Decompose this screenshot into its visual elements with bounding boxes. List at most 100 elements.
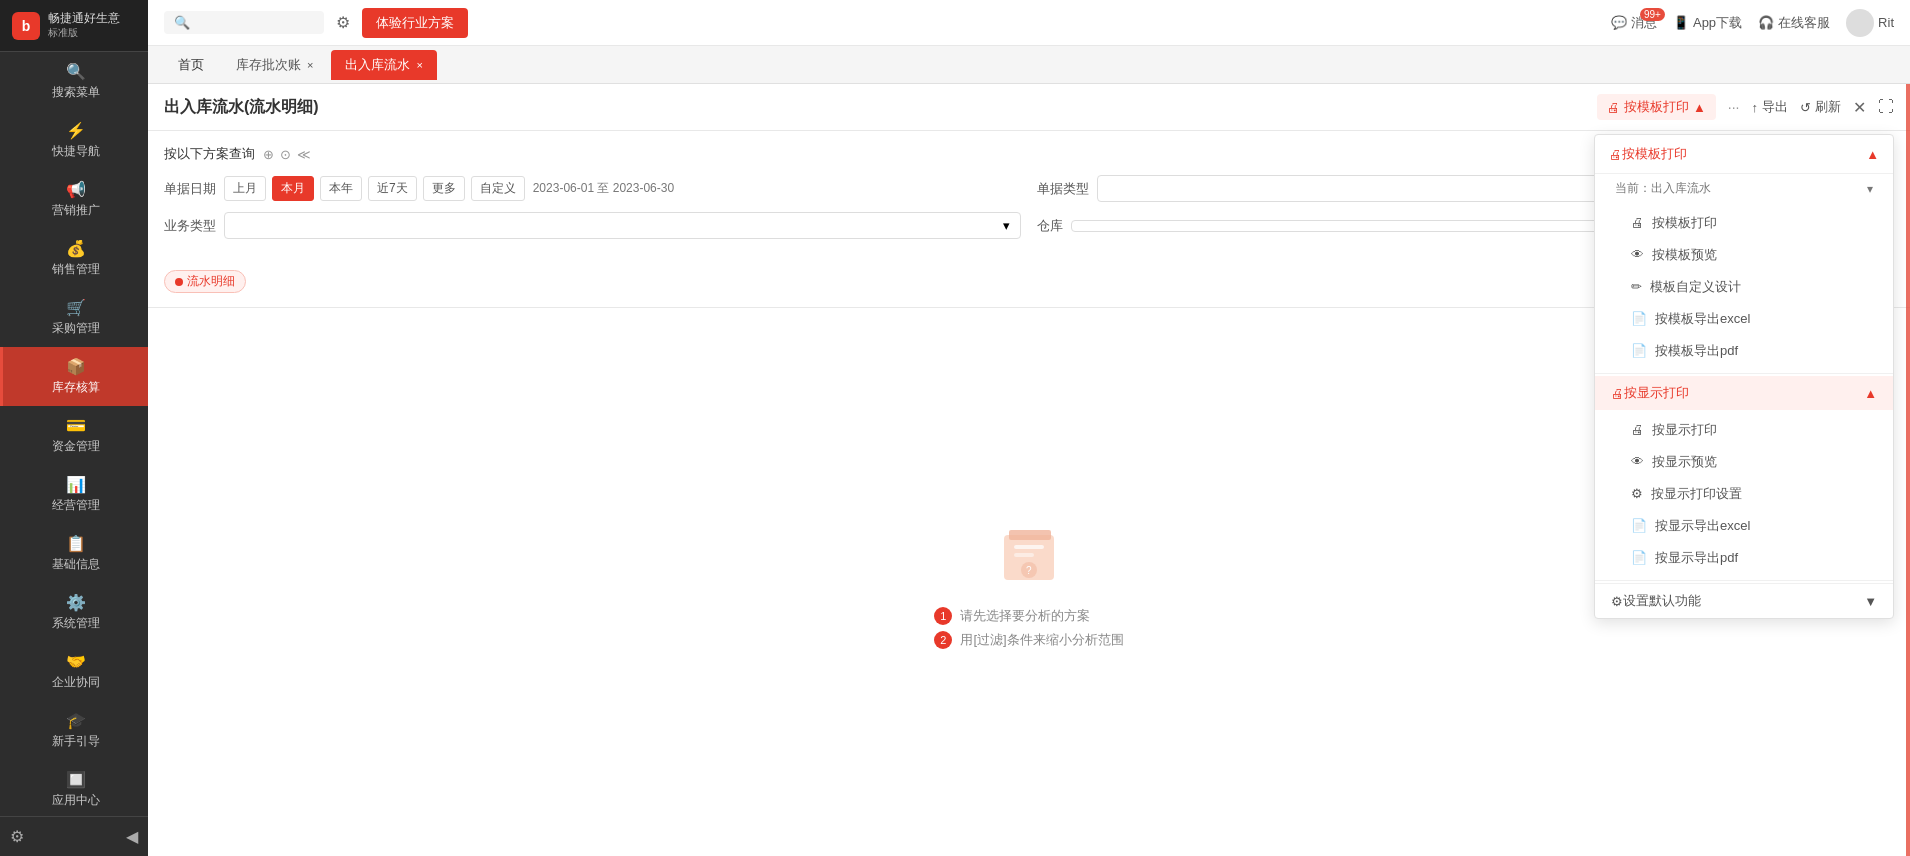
dropdown-item-template-export-pdf[interactable]: 📄按模板导出pdf — [1595, 335, 1893, 367]
dropdown-item-label-template-preview: 按模板预览 — [1652, 247, 1717, 262]
chevron-up-icon: ▲ — [1693, 100, 1706, 115]
add-condition-icon[interactable]: ⊕ — [263, 147, 274, 162]
sidebar-label-marketing: 营销推广 — [52, 202, 100, 219]
template-print-button[interactable]: 🖨 按模板打印 ▲ — [1597, 94, 1716, 120]
resize-handle[interactable] — [1906, 84, 1910, 856]
sidebar-icon-app-center: 🔲 — [66, 770, 86, 789]
dropdown-item-template-preview[interactable]: 👁按模板预览 — [1595, 239, 1893, 271]
search-header-icons: ⊕ ⊙ ≪ — [263, 147, 311, 162]
template-print-dropdown: 🖨 按模板打印 ▲ 当前：出入库流水 ▾ 🖨按模板打印👁按模板预览 ✏ 模板自定义设… — [1594, 134, 1894, 619]
dropdown-display-item-display-preview[interactable]: 👁按显示预览 — [1595, 446, 1893, 478]
dropdown-display-section-header[interactable]: 🖨 按显示打印 ▲ — [1595, 376, 1893, 410]
user-profile[interactable]: Rit — [1846, 9, 1894, 37]
dropdown-item-label-template-custom: 模板自定义设计 — [1650, 279, 1741, 294]
filter-tag[interactable]: 流水明细 — [164, 270, 246, 293]
date-btn-自定义[interactable]: 自定义 — [471, 176, 525, 201]
dropdown-display-item-display-export-pdf[interactable]: 📄按显示导出pdf — [1595, 542, 1893, 574]
dropdown-item-template-custom[interactable]: ✏ 模板自定义设计 — [1595, 271, 1893, 303]
refresh-button[interactable]: ↺ 刷新 — [1800, 98, 1841, 116]
dropdown-divider-2 — [1595, 580, 1893, 581]
maximize-window-button[interactable]: ⛶ — [1878, 98, 1894, 116]
date-btn-本月[interactable]: 本月 — [272, 176, 314, 201]
business-type-label: 业务类型 — [164, 217, 216, 235]
collapse-condition-icon[interactable]: ≪ — [297, 147, 311, 162]
business-type-select[interactable]: ▾ — [224, 212, 1021, 239]
tab-flow-detail[interactable]: 出入库流水× — [331, 50, 436, 80]
dropdown-item-template-print[interactable]: 🖨按模板打印 — [1595, 207, 1893, 239]
sidebar-item-guide[interactable]: 🎓新手引导 — [0, 701, 148, 760]
sidebar-item-inventory[interactable]: 📦库存核算 — [0, 347, 148, 406]
display-item-label-display-print-settings: 按显示打印设置 — [1651, 486, 1742, 501]
dropdown-display-item-display-print[interactable]: 🖨按显示打印 — [1595, 414, 1893, 446]
app-edition: 标准版 — [48, 26, 120, 40]
footer-arrow: ▼ — [1864, 594, 1877, 609]
header-search-input[interactable] — [190, 16, 310, 30]
header-settings-icon[interactable]: ⚙ — [336, 13, 350, 32]
sidebar-item-purchase[interactable]: 🛒采购管理 — [0, 288, 148, 347]
display-section-icon: 🖨 — [1611, 386, 1624, 401]
app-name: 畅捷通好生意 — [48, 11, 120, 27]
close-window-button[interactable]: ✕ — [1853, 98, 1866, 117]
tag-dot — [175, 278, 183, 286]
collapse-sidebar-icon[interactable]: ◀ — [126, 827, 138, 846]
sidebar-item-operations[interactable]: 📊经营管理 — [0, 465, 148, 524]
warehouse-label: 仓库 — [1037, 217, 1063, 235]
sidebar-item-sales[interactable]: 💰销售管理 — [0, 229, 148, 288]
app-download-button[interactable]: 📱 App下载 — [1673, 14, 1742, 32]
display-section-arrow: ▲ — [1864, 386, 1877, 401]
date-btn-本年[interactable]: 本年 — [320, 176, 362, 201]
date-btn-更多[interactable]: 更多 — [423, 176, 465, 201]
phone-icon: 📱 — [1673, 15, 1689, 30]
sidebar-icon-marketing: 📢 — [66, 180, 86, 199]
sidebar-item-marketing[interactable]: 📢 营销推广 — [0, 170, 148, 229]
dropdown-template-section: 🖨按模板打印👁按模板预览 ✏ 模板自定义设计 📄按模板导出excel📄按模板导出pdf — [1595, 203, 1893, 371]
industry-solution-button[interactable]: 体验行业方案 — [362, 8, 468, 38]
date-btn-上月[interactable]: 上月 — [224, 176, 266, 201]
date-range-text: 2023-06-01 至 2023-06-30 — [533, 180, 674, 197]
svg-rect-3 — [1014, 553, 1034, 557]
dropdown-item-template-export-excel[interactable]: 📄按模板导出excel — [1595, 303, 1893, 335]
empty-step-1: 1 请先选择要分析的方案 — [934, 607, 1123, 625]
sidebar-icon-operations: 📊 — [66, 475, 86, 494]
settings-condition-icon[interactable]: ⊙ — [280, 147, 291, 162]
message-button[interactable]: 💬 消息 99+ — [1611, 14, 1657, 32]
customer-service-button[interactable]: 🎧 在线客服 — [1758, 14, 1830, 32]
dropdown-arrow-up[interactable]: ▲ — [1866, 147, 1879, 162]
dropdown-item-label-template-print: 按模板打印 — [1652, 215, 1717, 230]
more-options-icon[interactable]: ··· — [1728, 99, 1740, 115]
sidebar-label-guide: 新手引导 — [52, 733, 100, 750]
sidebar-item-system[interactable]: ⚙️系统管理 — [0, 583, 148, 642]
tab-close-batch-account[interactable]: × — [307, 59, 313, 71]
dropdown-current-arrow: ▾ — [1867, 182, 1873, 196]
user-avatar — [1846, 9, 1874, 37]
sidebar-item-app-center[interactable]: 🔲应用中心 — [0, 760, 148, 816]
settings-bottom-icon[interactable]: ⚙ — [10, 827, 24, 846]
app-logo: b 畅捷通好生意 标准版 — [0, 0, 148, 52]
sidebar-item-basic[interactable]: 📋基础信息 — [0, 524, 148, 583]
tab-close-flow-detail[interactable]: × — [416, 59, 422, 71]
headset-icon: 🎧 — [1758, 15, 1774, 30]
sidebar-item-enterprise[interactable]: 🤝企业协同 — [0, 642, 148, 701]
header-left: 🔍 ⚙ 体验行业方案 — [164, 8, 468, 38]
sidebar-item-finance[interactable]: 💳资金管理 — [0, 406, 148, 465]
dropdown-display-item-display-export-excel[interactable]: 📄按显示导出excel — [1595, 510, 1893, 542]
sidebar-icon-finance: 💳 — [66, 416, 86, 435]
dropdown-display-item-display-print-settings[interactable]: ⚙ 按显示打印设置 — [1595, 478, 1893, 510]
sidebar-bottom: ⚙ ◀ — [0, 816, 148, 856]
dropdown-item-icon-template-custom: ✏ — [1631, 279, 1642, 294]
sidebar-item-search[interactable]: 🔍搜索菜单 — [0, 52, 148, 111]
step-1-num: 1 — [934, 607, 952, 625]
step-2-num: 2 — [934, 631, 952, 649]
tab-home[interactable]: 首页 — [164, 50, 218, 80]
dropdown-footer[interactable]: ⚙ 设置默认功能 ▼ — [1595, 583, 1893, 618]
message-badge: 99+ — [1640, 8, 1665, 21]
tab-batch-account[interactable]: 库存批次账× — [222, 50, 327, 80]
dropdown-current-label: 当前：出入库流水 — [1615, 180, 1711, 197]
display-item-icon-display-print-settings: ⚙ — [1631, 486, 1643, 501]
export-button[interactable]: ↑ 导出 — [1752, 98, 1789, 116]
display-item-icon-display-export-excel: 📄 — [1631, 518, 1647, 533]
date-btn-近7天[interactable]: 近7天 — [368, 176, 417, 201]
sidebar-icon-quick-nav: ⚡ — [66, 121, 86, 140]
display-item-icon-display-export-pdf: 📄 — [1631, 550, 1647, 565]
sidebar-item-quick-nav[interactable]: ⚡快捷导航 — [0, 111, 148, 170]
